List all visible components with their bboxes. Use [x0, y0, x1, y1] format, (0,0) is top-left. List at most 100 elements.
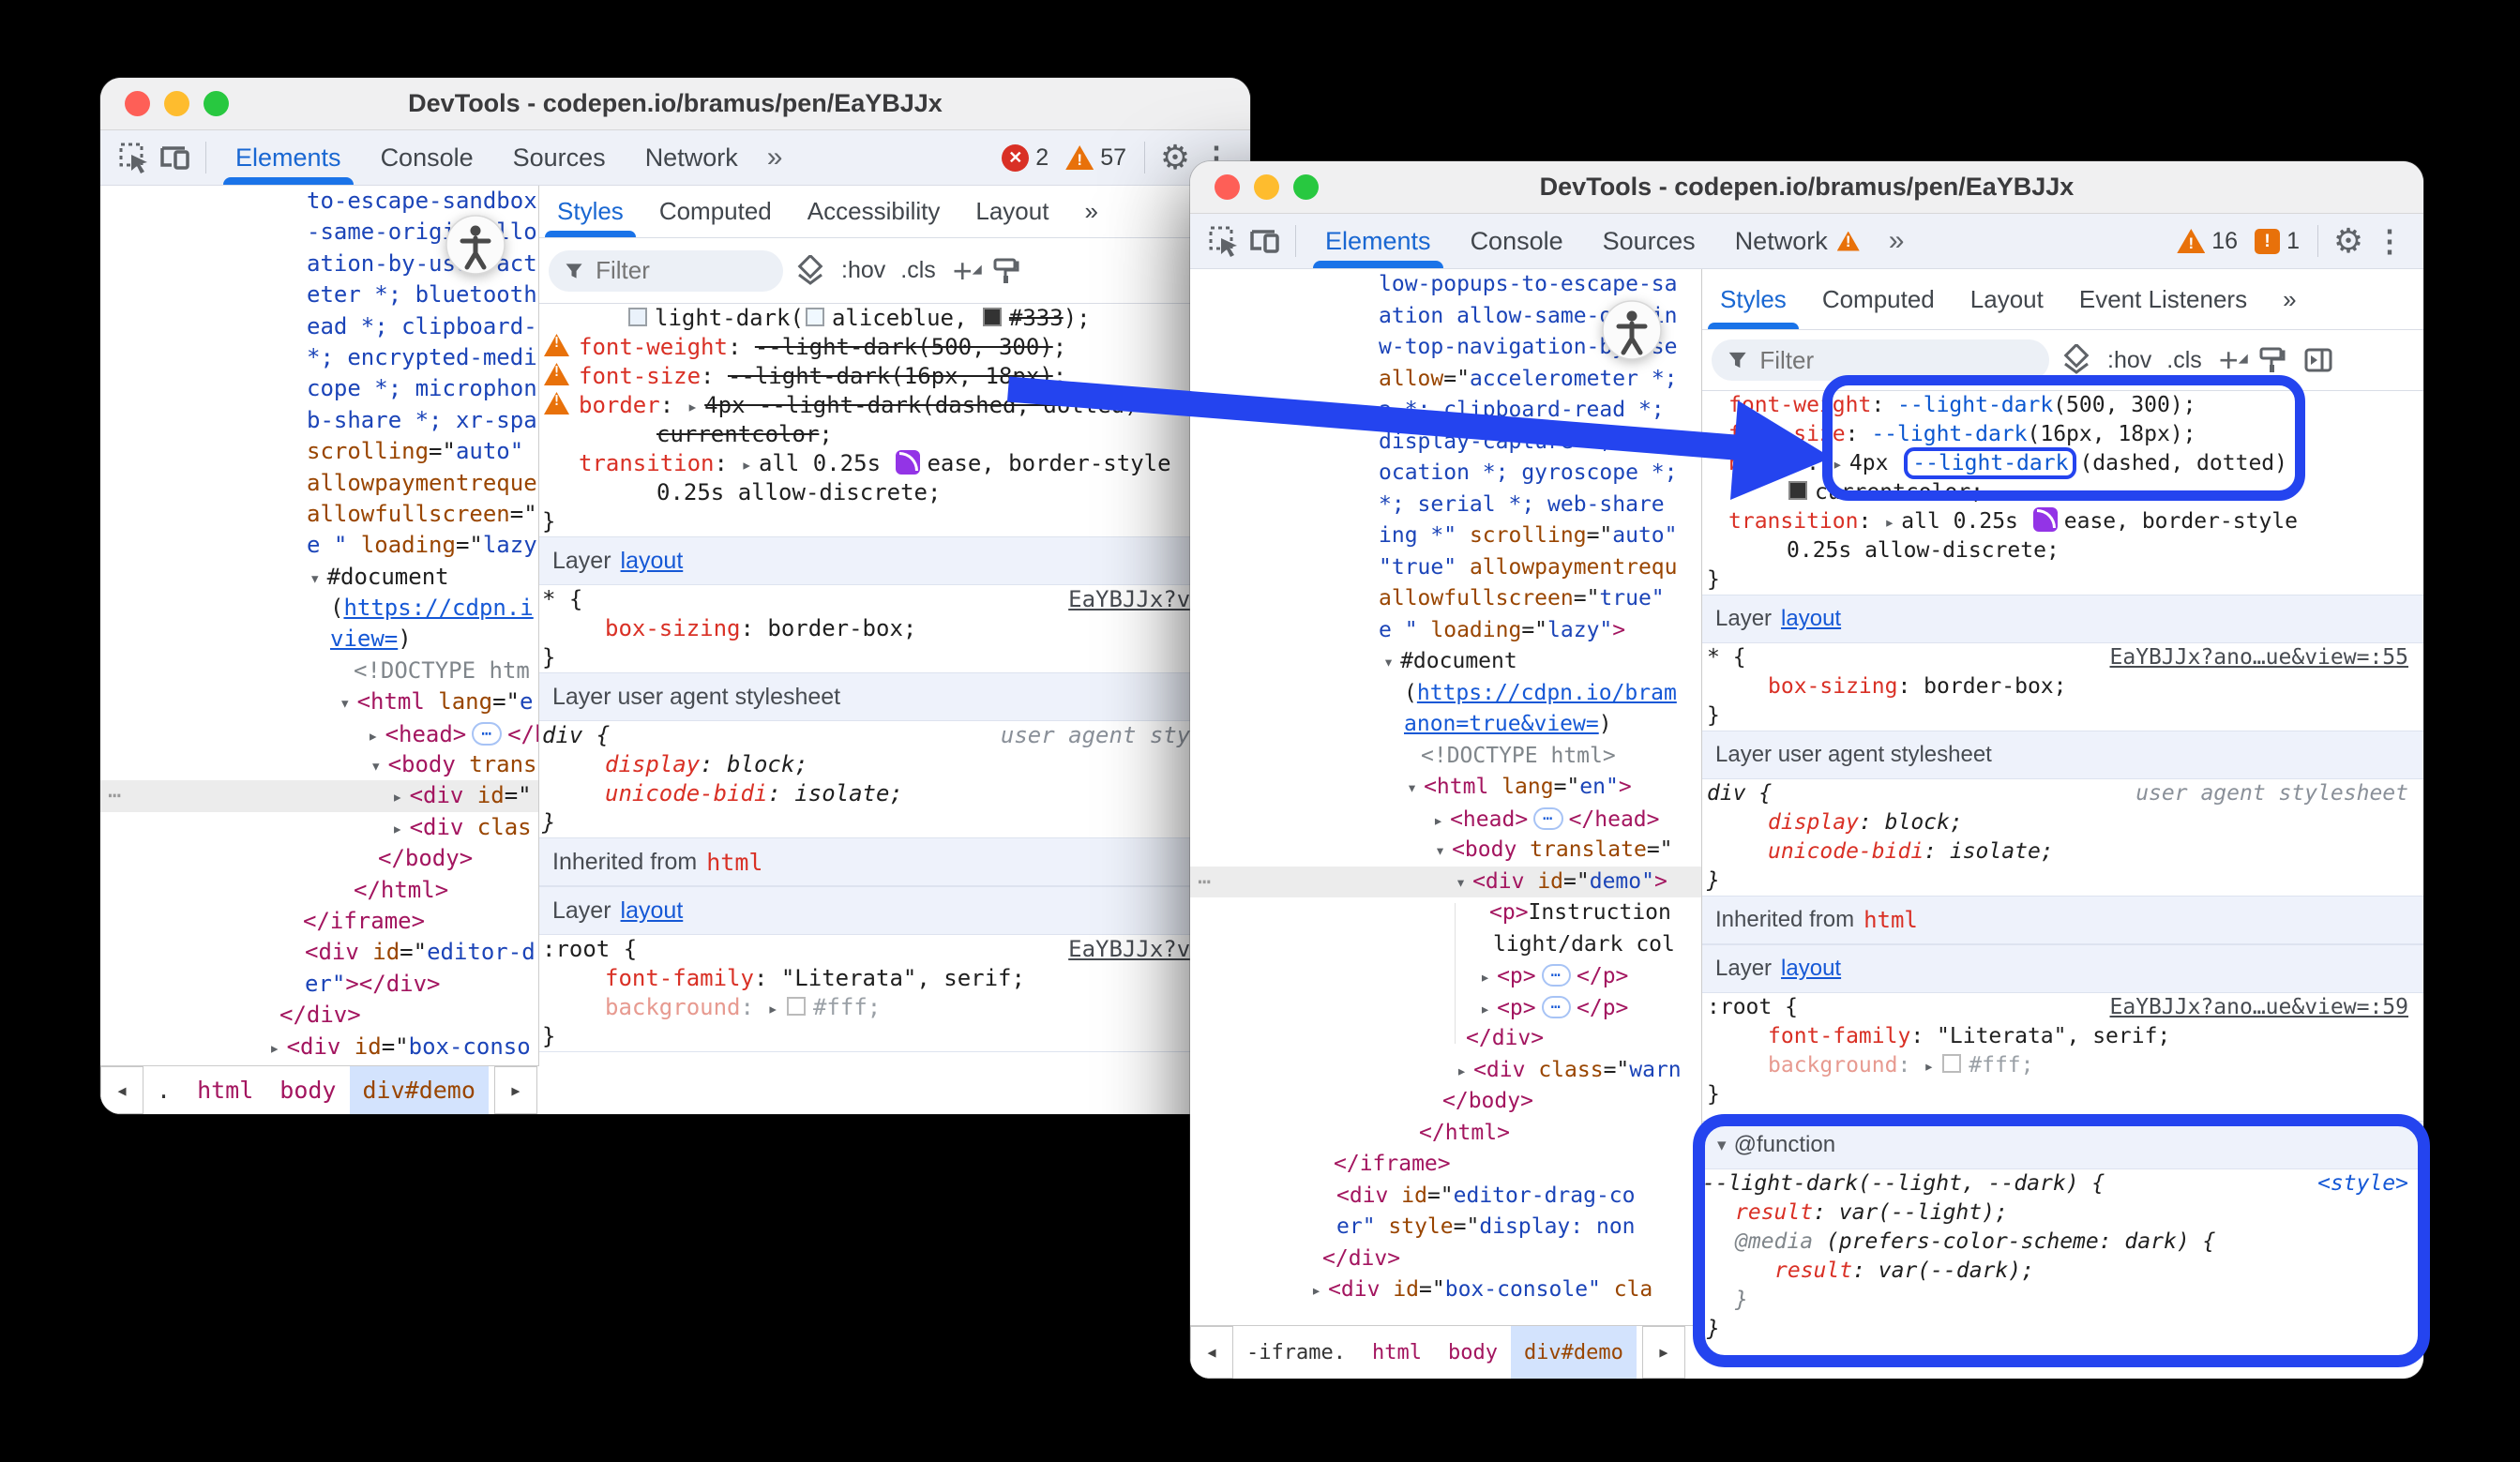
tab-styles[interactable]: Styles [1702, 269, 1804, 329]
tab-console[interactable]: Console [361, 130, 493, 185]
element-tree-row[interactable]: </div> [1190, 1243, 1701, 1275]
elements-tree-panel[interactable]: to-escape-sandbox-same-origin alloation-… [100, 186, 539, 1065]
crumb-divdemo[interactable]: div#demo [350, 1066, 489, 1114]
style-rule-line[interactable]: light-dark(aliceblue, #333); [539, 304, 1250, 333]
warning-badge[interactable]: 16 [2177, 228, 2238, 255]
element-tree-row[interactable]: view=) [100, 624, 538, 655]
element-tree-row[interactable]: </body> [1190, 1086, 1701, 1118]
layers-icon[interactable] [2057, 340, 2096, 380]
element-tree-row[interactable]: <p>Instruction [1190, 897, 1701, 929]
inspect-icon[interactable] [113, 137, 155, 178]
expand-arrow[interactable]: ▾ [1456, 873, 1466, 893]
add-style-rule-icon[interactable]: +◢ [947, 257, 978, 285]
layers-icon[interactable] [791, 251, 830, 291]
code-token[interactable]: https://cdpn.io/bram [1417, 681, 1677, 705]
warning-badge[interactable]: 57 [1065, 144, 1126, 172]
element-tree-row[interactable]: er"></div> [100, 969, 538, 1000]
style-rule-line[interactable]: unicode-bidi: isolate; [539, 779, 1250, 808]
style-rule-line[interactable]: } [1702, 1286, 2423, 1315]
element-tree-row[interactable]: </body> [100, 843, 538, 874]
style-rule-line[interactable]: transition: ▸all 0.25s ease, border-styl… [539, 449, 1250, 478]
element-tree-row[interactable]: display-capture *; enc [1190, 427, 1701, 459]
filter-pill[interactable] [1712, 339, 2049, 381]
crumb-[interactable]: . [143, 1066, 184, 1114]
expand-arrow[interactable]: ▾ [1407, 778, 1417, 798]
style-rule-line[interactable]: } [1702, 1080, 2423, 1109]
devtools-window-back[interactable]: DevTools - codepen.io/bramus/pen/EaYBJJx… [100, 78, 1250, 1114]
element-tree-row[interactable]: ▸<p>⋯</p> [1190, 992, 1701, 1024]
expand-arrow[interactable]: ▸ [392, 818, 403, 839]
element-tree-row[interactable]: anon=true&view=) [1190, 709, 1701, 741]
element-tree-row[interactable]: to-escape-sandbox [100, 186, 538, 217]
expand-arrow[interactable]: ▸ [687, 396, 699, 417]
crumb-divdemo[interactable]: div#demo [1511, 1326, 1637, 1379]
style-rule-line[interactable]: box-sizing: border-box; [1702, 672, 2423, 701]
element-tree-row[interactable]: ▸<head>⋯</head> [1190, 804, 1701, 836]
device-toolbar-icon[interactable] [1245, 220, 1286, 262]
element-tree-row[interactable]: (https://cdpn.i [100, 593, 538, 624]
expand-arrow[interactable]: ▸ [1311, 1281, 1321, 1301]
filter-input[interactable] [594, 255, 768, 286]
expand-arrow[interactable]: ▸ [1456, 1062, 1467, 1081]
tab-sources[interactable]: Sources [1583, 214, 1715, 268]
element-tree-row[interactable]: ▸<div id="box-console" cla [1190, 1274, 1701, 1306]
elements-tree-panel[interactable]: low-popups-to-escape-saation allow-same-… [1190, 269, 1702, 1325]
minimize-button[interactable] [164, 91, 189, 116]
filter-input[interactable] [1758, 345, 2034, 376]
code-token[interactable]: layout [1781, 956, 1841, 982]
style-rule-line[interactable]: 0.25s allow-discrete; [539, 478, 1250, 507]
element-tree-row[interactable]: ▸<div class="warn [1190, 1055, 1701, 1087]
expand-arrow[interactable]: ▸ [1433, 811, 1443, 831]
style-rule-line[interactable]: div {user agent stylesheet [1702, 779, 2423, 808]
settings-gear-icon[interactable]: ⚙ [2328, 220, 2369, 262]
element-tree-row[interactable]: </div> [100, 1000, 538, 1031]
element-tree-row[interactable]: <div id="editor-d [100, 937, 538, 968]
issues-badge[interactable]: 1 [2255, 228, 2300, 255]
element-tree-row[interactable]: low-popups-to-escape-sa [1190, 269, 1701, 301]
cls-toggle[interactable]: .cls [2163, 347, 2206, 374]
code-token[interactable]: layout [1781, 606, 1841, 632]
style-rule-line[interactable]: } [539, 643, 1250, 672]
expand-arrow[interactable]: ▸ [368, 725, 379, 746]
hov-toggle[interactable]: :hov [2104, 347, 2155, 374]
style-rule-line[interactable]: box-sizing: border-box; [539, 614, 1250, 643]
crumb-html[interactable]: html [1359, 1326, 1435, 1379]
expand-arrow[interactable]: ▾ [1717, 1134, 1727, 1156]
element-tree-row[interactable]: ▸<p>⋯</p> [1190, 960, 1701, 992]
style-rule-line[interactable]: } [1702, 701, 2423, 731]
stylesheet-source-link[interactable]: EaYBJJx?ano…ue&view=:55 [2110, 643, 2409, 672]
tab-computed[interactable]: Computed [641, 186, 790, 237]
element-tree-row[interactable]: (https://cdpn.io/bram [1190, 678, 1701, 710]
element-tree-row[interactable]: ▸<div clas [100, 812, 538, 843]
tab-network[interactable]: Network [626, 130, 758, 185]
crumb-body[interactable]: body [266, 1066, 349, 1114]
element-tree-row[interactable]: </html> [100, 875, 538, 906]
element-tree-row[interactable]: ▾#document [100, 562, 538, 593]
zoom-button[interactable] [204, 91, 229, 116]
expand-arrow[interactable]: ▸ [1884, 513, 1894, 533]
expand-pill[interactable]: ⋯ [1542, 996, 1571, 1018]
element-tree-row[interactable]: e " loading="lazy"> [1190, 615, 1701, 647]
style-rule-line[interactable]: font-family: "Literata", serif; [539, 964, 1250, 993]
crumb-body[interactable]: body [1435, 1326, 1511, 1379]
element-tree-row[interactable]: allowpaymentreque [100, 468, 538, 499]
style-rule-line[interactable]: } [1702, 565, 2423, 595]
expand-arrow[interactable]: ▸ [1480, 1000, 1490, 1019]
element-tree-row[interactable]: allowfullscreen=" [100, 499, 538, 530]
crumb-iframe[interactable]: -iframe. [1233, 1326, 1359, 1379]
style-rule-line[interactable]: currentcolor; [1702, 478, 2423, 507]
code-token[interactable]: layout [621, 897, 684, 925]
tab-accessibility[interactable]: Accessibility [790, 186, 958, 237]
style-rule-line[interactable]: :root {EaYBJJx?ano…ue&view=:59 [1702, 993, 2423, 1022]
style-rule-line[interactable]: display: block; [539, 750, 1250, 779]
crumb-scroll-right-button[interactable]: ▶ [494, 1066, 537, 1114]
element-tree-row[interactable]: scrolling="auto" [100, 436, 538, 467]
tab-styles[interactable]: Styles [539, 186, 641, 237]
style-rule-line[interactable]: result: var(--dark); [1702, 1257, 2423, 1286]
element-tree-row[interactable]: b-share *; xr-spa [100, 405, 538, 436]
element-tree-row[interactable]: ▾<html lang="e [100, 686, 538, 717]
crumb-scroll-right-button[interactable]: ▶ [1642, 1326, 1685, 1379]
element-tree-row[interactable]: allowfullscreen="true" [1190, 583, 1701, 615]
code-token[interactable]: layout [621, 548, 684, 575]
element-tree-row[interactable]: </div> [1190, 1023, 1701, 1055]
